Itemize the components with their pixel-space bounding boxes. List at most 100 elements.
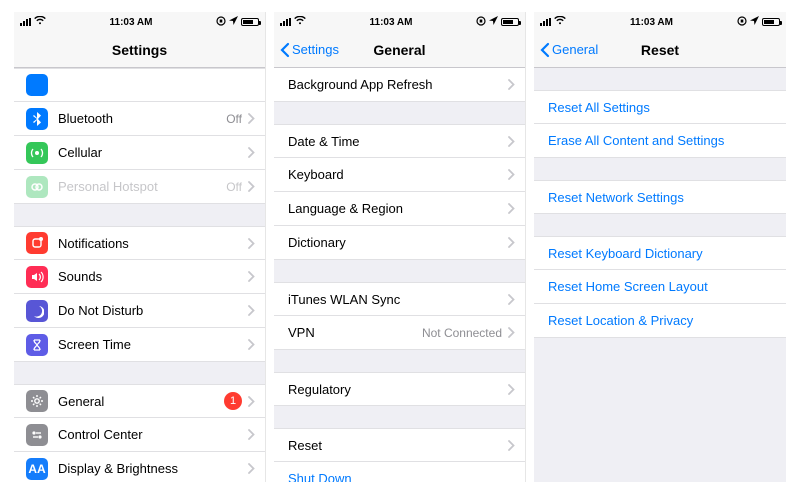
row-label: Reset Location & Privacy xyxy=(548,313,776,328)
nav-header: General Reset xyxy=(534,32,786,68)
row-itunes-wlan-sync[interactable]: iTunes WLAN Sync xyxy=(274,282,525,316)
signal-icon xyxy=(540,18,551,26)
display-icon: AA xyxy=(26,458,48,480)
row-control-center[interactable]: Control Center xyxy=(14,418,265,452)
status-time: 11:03 AM xyxy=(630,17,673,28)
nav-header: Settings xyxy=(14,32,265,68)
row-sounds[interactable]: Sounds xyxy=(14,260,265,294)
chevron-right-icon xyxy=(508,384,515,395)
row-label: Reset Home Screen Layout xyxy=(548,279,776,294)
chevron-right-icon xyxy=(508,79,515,90)
wifi-icon xyxy=(294,16,306,28)
location-icon xyxy=(229,16,238,28)
row-label: Background App Refresh xyxy=(288,77,508,92)
app-icon xyxy=(26,74,48,96)
row-personal-hotspot[interactable]: Personal Hotspot Off xyxy=(14,170,265,204)
battery-icon xyxy=(241,18,259,26)
chevron-right-icon xyxy=(248,396,255,407)
notification-badge: 1 xyxy=(224,392,242,410)
status-time: 11:03 AM xyxy=(110,17,153,28)
row-vpn[interactable]: VPN Not Connected xyxy=(274,316,525,350)
battery-icon xyxy=(762,18,780,26)
back-label: General xyxy=(552,42,598,57)
row-cellular[interactable]: Cellular xyxy=(14,136,265,170)
row-label: Reset Keyboard Dictionary xyxy=(548,246,776,261)
row-unknown-top[interactable] xyxy=(14,68,265,102)
back-button[interactable]: General xyxy=(540,42,598,58)
page-title: Settings xyxy=(14,42,265,58)
row-reset-keyboard-dictionary[interactable]: Reset Keyboard Dictionary xyxy=(534,236,786,270)
chevron-right-icon xyxy=(508,203,515,214)
row-label: Bluetooth xyxy=(58,111,226,126)
notifications-icon xyxy=(26,232,48,254)
row-label: Screen Time xyxy=(58,337,248,352)
chevron-left-icon xyxy=(280,42,290,58)
chevron-right-icon xyxy=(508,237,515,248)
chevron-right-icon xyxy=(248,339,255,350)
status-bar: 11:03 AM xyxy=(534,12,786,32)
screen-settings: 11:03 AM Settings Bluetooth Off Cellular xyxy=(14,12,266,482)
row-background-app-refresh[interactable]: Background App Refresh xyxy=(274,68,525,102)
battery-icon xyxy=(501,18,519,26)
row-notifications[interactable]: Notifications xyxy=(14,226,265,260)
row-reset-location-privacy[interactable]: Reset Location & Privacy xyxy=(534,304,786,338)
row-label: Date & Time xyxy=(288,134,508,149)
chevron-right-icon xyxy=(248,271,255,282)
row-reset-all-settings[interactable]: Reset All Settings xyxy=(534,90,786,124)
row-label: Language & Region xyxy=(288,201,508,216)
screen-general: 11:03 AM Settings General Background App… xyxy=(274,12,526,482)
row-label: General xyxy=(58,394,224,409)
status-time: 11:03 AM xyxy=(370,17,413,28)
chevron-left-icon xyxy=(540,42,550,58)
row-display-brightness[interactable]: AA Display & Brightness xyxy=(14,452,265,482)
chevron-right-icon xyxy=(248,113,255,124)
row-value: Off xyxy=(226,112,242,126)
nav-header: Settings General xyxy=(274,32,525,68)
switches-icon xyxy=(26,424,48,446)
chevron-right-icon xyxy=(508,169,515,180)
row-label: Erase All Content and Settings xyxy=(548,133,776,148)
row-erase-all-content[interactable]: Erase All Content and Settings xyxy=(534,124,786,158)
orientation-lock-icon xyxy=(216,16,226,29)
row-keyboard[interactable]: Keyboard xyxy=(274,158,525,192)
row-language-region[interactable]: Language & Region xyxy=(274,192,525,226)
moon-icon xyxy=(26,300,48,322)
status-bar: 11:03 AM xyxy=(14,12,265,32)
wifi-icon xyxy=(554,16,566,28)
row-label: Dictionary xyxy=(288,235,508,250)
back-button[interactable]: Settings xyxy=(280,42,339,58)
row-label: iTunes WLAN Sync xyxy=(288,292,508,307)
chevron-right-icon xyxy=(248,305,255,316)
row-reset[interactable]: Reset xyxy=(274,428,525,462)
row-label: Regulatory xyxy=(288,382,508,397)
row-shut-down[interactable]: Shut Down xyxy=(274,462,525,482)
hotspot-icon xyxy=(26,176,48,198)
row-label: Display & Brightness xyxy=(58,461,248,476)
back-label: Settings xyxy=(292,42,339,57)
row-reset-network-settings[interactable]: Reset Network Settings xyxy=(534,180,786,214)
row-regulatory[interactable]: Regulatory xyxy=(274,372,525,406)
status-bar: 11:03 AM xyxy=(274,12,525,32)
chevron-right-icon xyxy=(508,294,515,305)
wifi-icon xyxy=(34,16,46,28)
chevron-right-icon xyxy=(248,429,255,440)
row-label: Reset xyxy=(288,438,508,453)
row-general[interactable]: General 1 xyxy=(14,384,265,418)
row-screen-time[interactable]: Screen Time xyxy=(14,328,265,362)
signal-icon xyxy=(280,18,291,26)
row-label: Sounds xyxy=(58,269,248,284)
chevron-right-icon xyxy=(248,147,255,158)
row-date-time[interactable]: Date & Time xyxy=(274,124,525,158)
row-dictionary[interactable]: Dictionary xyxy=(274,226,525,260)
row-label: Reset Network Settings xyxy=(548,190,776,205)
row-bluetooth[interactable]: Bluetooth Off xyxy=(14,102,265,136)
row-label: Notifications xyxy=(58,236,248,251)
row-reset-home-screen-layout[interactable]: Reset Home Screen Layout xyxy=(534,270,786,304)
sounds-icon xyxy=(26,266,48,288)
row-do-not-disturb[interactable]: Do Not Disturb xyxy=(14,294,265,328)
row-value: Off xyxy=(226,180,242,194)
chevron-right-icon xyxy=(508,327,515,338)
chevron-right-icon xyxy=(248,238,255,249)
row-label: Keyboard xyxy=(288,167,508,182)
chevron-right-icon xyxy=(248,181,255,192)
